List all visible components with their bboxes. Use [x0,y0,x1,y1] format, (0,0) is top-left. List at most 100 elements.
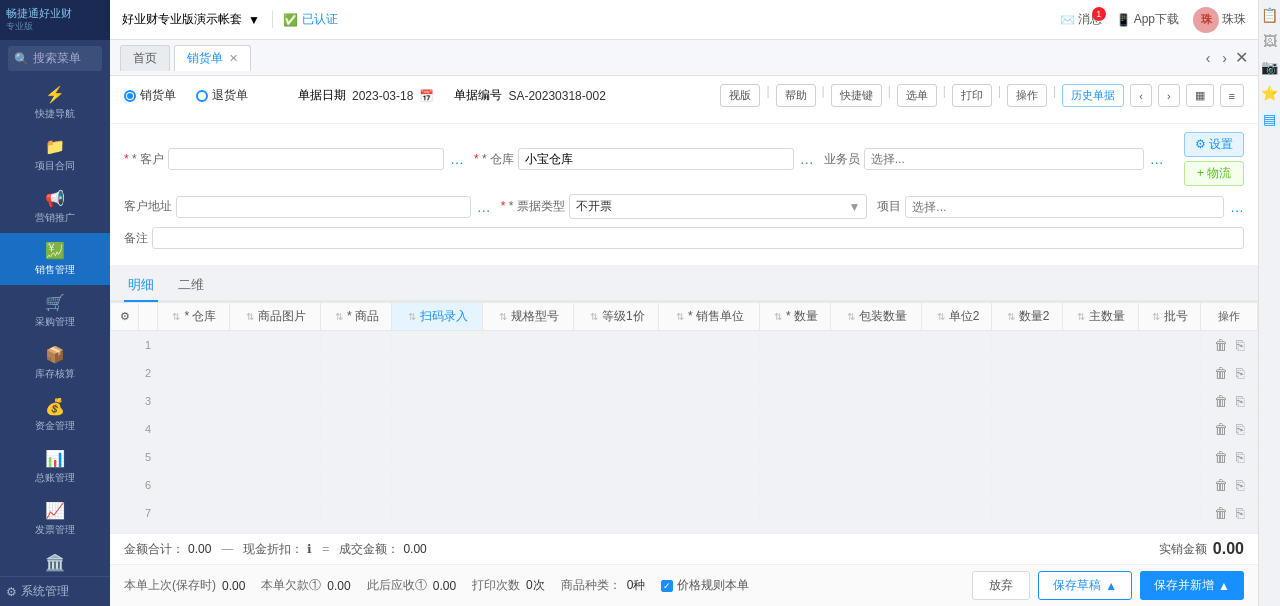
row-delete-btn-2[interactable]: 🗑 [1212,365,1230,381]
project-input[interactable] [905,196,1224,218]
row-barcode-4[interactable] [392,415,483,443]
row-goods-6[interactable] [320,471,392,499]
sidebar-item-quick-nav[interactable]: ⚡ 快捷导航 [0,77,110,129]
sort-icon-qty2[interactable]: ⇅ [1007,311,1015,322]
toolbar-print-btn[interactable]: 打印 [952,84,992,107]
row-barcode-1[interactable] [392,331,483,359]
radio-sales-order[interactable]: 销货单 [124,87,176,104]
warehouse-input[interactable] [518,148,794,170]
row-goods-1[interactable] [320,331,392,359]
sidebar-item-account[interactable]: 📊 总账管理 [0,441,110,493]
sidebar-bottom-settings[interactable]: ⚙ 系统管理 [0,576,110,606]
right-panel-btn-1[interactable]: 📋 [1261,6,1279,24]
sort-icon-spec[interactable]: ⇅ [499,311,507,322]
user-avatar-btn[interactable]: 珠 珠珠 [1193,7,1246,33]
row-qty-4[interactable] [759,415,831,443]
row-delete-btn-7[interactable]: 🗑 [1212,505,1230,521]
toolbar-prev-record-btn[interactable]: ‹ [1130,84,1152,107]
row-barcode-5[interactable] [392,443,483,471]
row-warehouse-6[interactable] [158,471,230,499]
row-qty-7[interactable] [759,499,831,527]
info-icon[interactable]: ℹ [307,542,312,556]
sort-icon-goods[interactable]: ⇅ [335,311,343,322]
row-unit-2[interactable] [659,359,760,387]
tab-2d[interactable]: 二维 [174,272,208,302]
row-qty-5[interactable] [759,443,831,471]
sidebar-item-project[interactable]: 📁 项目合同 [0,129,110,181]
row-unit-1[interactable] [659,331,760,359]
logistics-btn[interactable]: + 物流 [1184,161,1244,186]
toolbar-shortcut-btn[interactable]: 快捷键 [831,84,882,107]
tab-sales-order[interactable]: 销货单 ✕ [174,45,251,71]
sidebar-item-sales[interactable]: 💹 销售管理 [0,233,110,285]
sort-icon-unit2[interactable]: ⇅ [937,311,945,322]
sort-icon-qty[interactable]: ⇅ [774,311,782,322]
address-input[interactable] [176,196,471,218]
tab-detail[interactable]: 明细 [124,272,158,302]
row-warehouse-3[interactable] [158,387,230,415]
toolbar-grid-view-btn[interactable]: ▦ [1186,84,1214,107]
row-unit-4[interactable] [659,415,760,443]
tab-next-btn[interactable]: › [1218,48,1231,68]
row-goods-2[interactable] [320,359,392,387]
company-selector[interactable]: 好业财专业版演示帐套 ▼ [122,11,273,28]
toolbar-view-btn[interactable]: 视版 [720,84,760,107]
row-goods-5[interactable] [320,443,392,471]
toolbar-list-view-btn[interactable]: ≡ [1220,84,1244,107]
sidebar-item-inventory[interactable]: 📦 库存核算 [0,337,110,389]
row-goods-3[interactable] [320,387,392,415]
search-button[interactable]: 🔍 搜索菜单 [8,46,102,71]
sort-icon-main-qty[interactable]: ⇅ [1077,311,1085,322]
invoice-select[interactable]: 不开票 ▼ [569,194,868,219]
row-barcode-3[interactable] [392,387,483,415]
row-copy-btn-3[interactable]: ⎘ [1234,393,1246,409]
row-copy-btn-4[interactable]: ⎘ [1234,421,1246,437]
sidebar-item-purchase[interactable]: 🛒 采购管理 [0,285,110,337]
right-panel-btn-4[interactable]: ⭐ [1261,84,1279,102]
row-copy-btn-5[interactable]: ⎘ [1234,449,1246,465]
app-download-btn[interactable]: 📱 App下载 [1116,11,1179,28]
row-delete-btn-4[interactable]: 🗑 [1212,421,1230,437]
row-warehouse-5[interactable] [158,443,230,471]
row-unit-3[interactable] [659,387,760,415]
message-btn[interactable]: ✉️ 1 消息 [1060,11,1102,28]
sidebar-search-section[interactable]: 🔍 搜索菜单 [0,40,110,77]
sidebar-item-reports[interactable]: 📈 发票管理 [0,493,110,545]
discard-btn[interactable]: 放弃 [972,571,1030,600]
toolbar-select-btn[interactable]: 选单 [897,84,937,107]
radio-return-order[interactable]: 退货单 [196,87,248,104]
tab-prev-btn[interactable]: ‹ [1202,48,1215,68]
row-qty-3[interactable] [759,387,831,415]
row-goods-7[interactable] [320,499,392,527]
tab-home[interactable]: 首页 [120,45,170,71]
salesperson-dots-btn[interactable]: … [1150,151,1164,167]
remark-input[interactable] [152,227,1244,249]
address-dots-btn[interactable]: … [477,199,491,215]
row-unit-5[interactable] [659,443,760,471]
row-unit-6[interactable] [659,471,760,499]
row-warehouse-2[interactable] [158,359,230,387]
save-new-btn[interactable]: 保存并新增 ▲ [1140,571,1244,600]
row-delete-btn-5[interactable]: 🗑 [1212,449,1230,465]
sidebar-item-finance[interactable]: 💰 资金管理 [0,389,110,441]
sort-icon-warehouse[interactable]: ⇅ [172,311,180,322]
row-copy-btn-2[interactable]: ⎘ [1234,365,1246,381]
row-qty-6[interactable] [759,471,831,499]
row-delete-btn-6[interactable]: 🗑 [1212,477,1230,493]
sort-icon-pack-qty[interactable]: ⇅ [847,311,855,322]
row-barcode-7[interactable] [392,499,483,527]
row-warehouse-7[interactable] [158,499,230,527]
row-barcode-2[interactable] [392,359,483,387]
sort-icon-batch[interactable]: ⇅ [1152,311,1160,322]
row-qty-2[interactable] [759,359,831,387]
right-panel-btn-5[interactable]: ▤ [1261,110,1279,128]
sort-icon-barcode[interactable]: ⇅ [408,311,416,322]
toolbar-history-btn[interactable]: 历史单据 [1062,84,1124,107]
sidebar-item-marketing[interactable]: 📢 营销推广 [0,181,110,233]
toolbar-next-record-btn[interactable]: › [1158,84,1180,107]
row-copy-btn-1[interactable]: ⎘ [1234,337,1246,353]
right-panel-btn-2[interactable]: 🖼 [1261,32,1279,50]
calendar-icon[interactable]: 📅 [419,89,434,103]
tab-close-all-btn[interactable]: ✕ [1235,48,1248,68]
toolbar-help-btn[interactable]: 帮助 [776,84,816,107]
